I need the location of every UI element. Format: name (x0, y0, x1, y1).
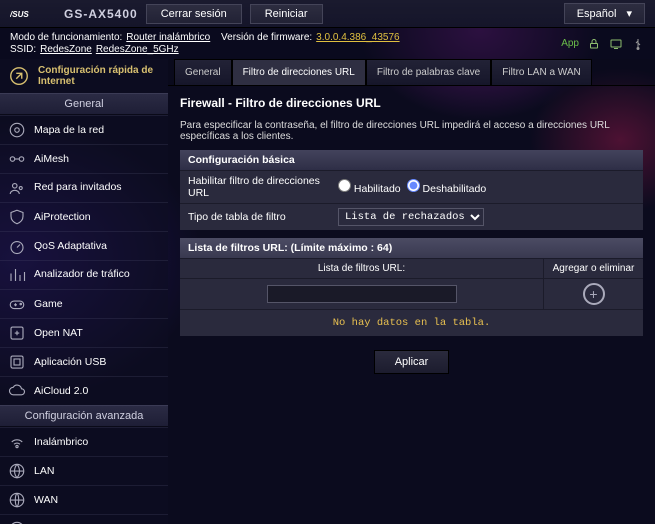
language-selector[interactable]: Español ▾ (564, 3, 645, 24)
sidebar-item-label: Game (34, 298, 63, 310)
radio-disabled[interactable] (407, 179, 420, 192)
sidebar-item-label: Inalámbrico (34, 436, 88, 448)
sidebar-item-network-map[interactable]: Mapa de la red (0, 115, 168, 144)
col-action: Agregar o eliminar (543, 259, 643, 278)
mode-value-link[interactable]: Router inalámbrico (126, 32, 210, 43)
sidebar-item-label: Analizador de tráfico (34, 269, 130, 281)
tabs: GeneralFiltro de direcciones URLFiltro d… (168, 59, 655, 86)
sidebar-item-label: AiMesh (34, 153, 69, 165)
sidebar-item-wan[interactable]: WAN (0, 485, 168, 514)
chevron-down-icon: ▾ (626, 7, 632, 20)
radio-enabled[interactable] (338, 179, 351, 192)
brand-logo: /SUS (10, 8, 56, 20)
sidebar-item-game[interactable]: Game (0, 289, 168, 318)
sidebar-item-wireless[interactable]: Inalámbrico (0, 427, 168, 456)
ssid2-link[interactable]: RedesZone_5GHz (96, 44, 179, 55)
enable-label: Habilitar filtro de direcciones URL (188, 175, 338, 199)
sidebar-item-label: Mapa de la red (34, 124, 104, 136)
sidebar-item-label: WAN (34, 494, 58, 506)
quick-internet-setup[interactable]: Configuración rápida de Internet (0, 59, 168, 93)
mode-label: Modo de funcionamiento: (10, 32, 122, 43)
svg-text:/SUS: /SUS (10, 9, 29, 18)
sidebar-item-alexa[interactable]: Amazon Alexa (0, 514, 168, 524)
fw-version-link[interactable]: 3.0.0.4.386_43576 (316, 32, 399, 43)
enable-row: Habilitar filtro de direcciones URL Habi… (180, 170, 643, 203)
table-type-label: Tipo de tabla de filtro (188, 211, 338, 223)
sidebar-item-usb-app[interactable]: Aplicación USB (0, 347, 168, 376)
reboot-button[interactable]: Reiniciar (250, 4, 323, 24)
table-type-select[interactable]: Lista de rechazados (338, 208, 484, 226)
sidebar-item-aicloud[interactable]: AiCloud 2.0 (0, 376, 168, 405)
sidebar-item-label: LAN (34, 465, 54, 477)
sidebar-item-aimesh[interactable]: AiMesh (0, 144, 168, 173)
basic-config-header: Configuración básica (180, 150, 643, 170)
topbar: /SUS GS-AX5400 Cerrar sesión Reiniciar E… (0, 0, 655, 28)
sidebar-item-traffic-analyzer[interactable]: Analizador de tráfico (0, 260, 168, 289)
tab-general[interactable]: General (174, 59, 232, 85)
tab-lan-wan-filter[interactable]: Filtro LAN a WAN (491, 59, 592, 85)
ssid-label: SSID: (10, 44, 36, 55)
list-input-row: + (180, 278, 643, 309)
url-list-header: Lista de filtros URL: (Límite máximo : 6… (180, 238, 643, 258)
language-label: Español (577, 8, 617, 20)
app-link[interactable]: App (561, 38, 579, 49)
tab-keyword-filter[interactable]: Filtro de palabras clave (366, 59, 491, 85)
radio-disabled-label[interactable]: Deshabilitado (407, 179, 487, 195)
ssid1-link[interactable]: RedesZone (40, 44, 92, 55)
usb-icon[interactable] (631, 37, 645, 51)
model-name: GS-AX5400 (64, 7, 138, 21)
sidebar-item-lan[interactable]: LAN (0, 456, 168, 485)
add-button[interactable]: + (583, 283, 605, 305)
sidebar-item-label: Open NAT (34, 327, 83, 339)
sidebar-item-open-nat[interactable]: Open NAT (0, 318, 168, 347)
apply-button[interactable]: Aplicar (374, 350, 450, 374)
page-title: Firewall - Filtro de direcciones URL (180, 96, 643, 110)
sidebar: Configuración rápida de Internet General… (0, 59, 168, 524)
info-bar: Modo de funcionamiento: Router inalámbri… (0, 28, 655, 59)
sidebar-item-label: QoS Adaptativa (34, 240, 107, 252)
devices-icon[interactable] (609, 37, 623, 51)
sidebar-item-label: AiProtection (34, 211, 91, 223)
page-description: Para especificar la contraseña, el filtr… (180, 120, 643, 142)
fw-label: Versión de firmware: (221, 32, 312, 43)
no-data-message: No hay datos en la tabla. (180, 309, 643, 336)
section-general: General (0, 93, 168, 115)
main-content: GeneralFiltro de direcciones URLFiltro d… (168, 59, 655, 524)
lock-icon[interactable] (587, 37, 601, 51)
tab-url-filter[interactable]: Filtro de direcciones URL (232, 59, 366, 85)
sidebar-item-label: Red para invitados (34, 182, 122, 194)
sidebar-item-aiprotection[interactable]: AiProtection (0, 202, 168, 231)
sidebar-item-label: AiCloud 2.0 (34, 385, 88, 397)
sidebar-item-label: Aplicación USB (34, 356, 106, 368)
url-input[interactable] (267, 285, 457, 303)
radio-enabled-label[interactable]: Habilitado (338, 179, 401, 195)
sidebar-item-guest-network[interactable]: Red para invitados (0, 173, 168, 202)
plus-icon: + (589, 287, 597, 301)
sidebar-item-qos[interactable]: QoS Adaptativa (0, 231, 168, 260)
table-type-row: Tipo de tabla de filtro Lista de rechaza… (180, 203, 643, 230)
col-url: Lista de filtros URL: (180, 259, 543, 278)
list-header-row: Lista de filtros URL: Agregar o eliminar (180, 258, 643, 278)
section-advanced: Configuración avanzada (0, 405, 168, 427)
logout-button[interactable]: Cerrar sesión (146, 4, 242, 24)
